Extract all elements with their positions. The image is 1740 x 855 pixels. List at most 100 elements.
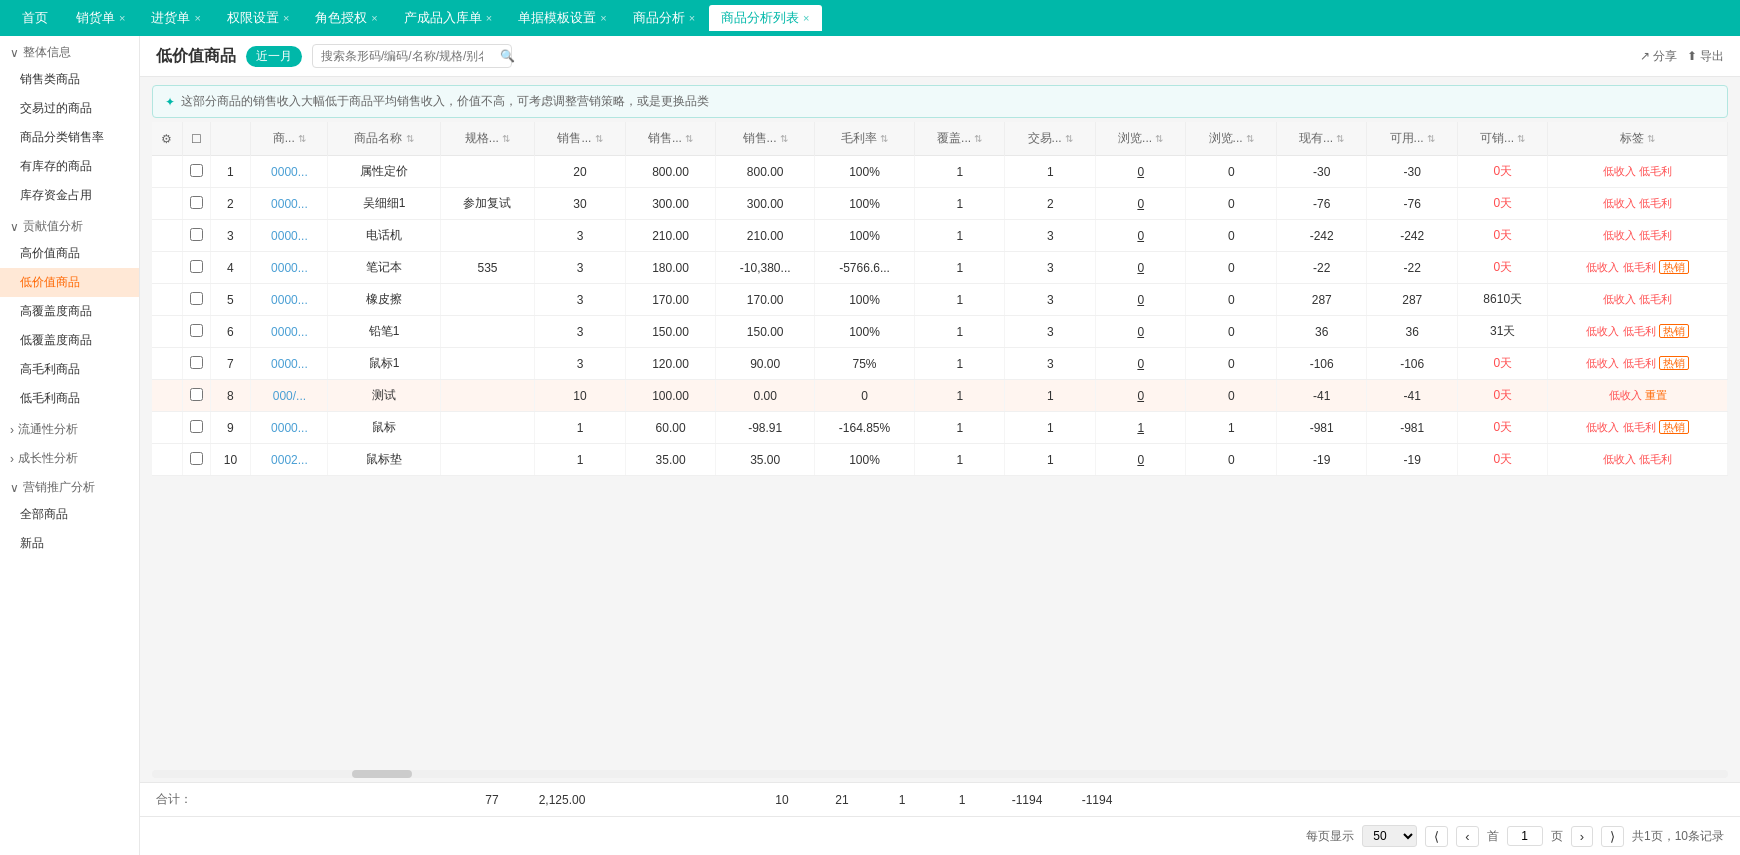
col-header-coverage[interactable]: 覆盖... ⇅ xyxy=(914,122,1005,156)
browse-link[interactable]: 0 xyxy=(1137,165,1144,179)
browse-count1[interactable]: 0 xyxy=(1095,252,1186,284)
sidebar-group-growth[interactable]: › 成长性分析 xyxy=(0,442,139,471)
sidebar-item-category-sales[interactable]: 商品分类销售率 xyxy=(0,123,139,152)
close-icon[interactable]: × xyxy=(803,12,809,24)
sidebar-item-stock-goods[interactable]: 有库存的商品 xyxy=(0,152,139,181)
checkbox-cell[interactable] xyxy=(182,348,210,380)
col-header-trade[interactable]: 交易... ⇅ xyxy=(1005,122,1096,156)
time-tag-btn[interactable]: 近一月 xyxy=(246,46,302,67)
browse-count1[interactable]: 0 xyxy=(1095,444,1186,476)
browse-link[interactable]: 0 xyxy=(1137,229,1144,243)
data-table-wrapper[interactable]: ⚙ ☐ 商... ⇅ 商品名称 ⇅ 规格... ⇅ 销售... ⇅ 销售... … xyxy=(152,122,1728,770)
close-icon[interactable]: × xyxy=(486,12,492,24)
checkbox-cell[interactable] xyxy=(182,220,210,252)
checkbox-column-header[interactable]: ☐ xyxy=(182,122,210,156)
checkbox-cell[interactable] xyxy=(182,380,210,412)
col-header-avail[interactable]: 可用... ⇅ xyxy=(1367,122,1458,156)
browse-count1[interactable]: 0 xyxy=(1095,156,1186,188)
row-checkbox[interactable] xyxy=(190,292,203,305)
col-header-browse1[interactable]: 浏览... ⇅ xyxy=(1095,122,1186,156)
sidebar-item-sales-goods[interactable]: 销售类商品 xyxy=(0,65,139,94)
row-checkbox[interactable] xyxy=(190,260,203,273)
nav-item-product-analysis[interactable]: 商品分析 × xyxy=(621,5,707,31)
sidebar-group-circulation[interactable]: › 流通性分析 xyxy=(0,413,139,442)
browse-link[interactable]: 0 xyxy=(1137,293,1144,307)
product-code[interactable]: 0000... xyxy=(251,156,328,188)
row-checkbox[interactable] xyxy=(190,356,203,369)
browse-count1[interactable]: 0 xyxy=(1095,348,1186,380)
nav-item-permissions[interactable]: 权限设置 × xyxy=(215,5,301,31)
col-header-tags[interactable]: 标签 ⇅ xyxy=(1548,122,1728,156)
sidebar-item-high-profit[interactable]: 高毛利商品 xyxy=(0,355,139,384)
browse-count1[interactable]: 0 xyxy=(1095,284,1186,316)
sidebar-item-high-coverage[interactable]: 高覆盖度商品 xyxy=(0,297,139,326)
close-icon[interactable]: × xyxy=(600,12,606,24)
export-button[interactable]: ⬆ 导出 xyxy=(1687,48,1724,65)
page-input[interactable] xyxy=(1507,826,1543,846)
browse-link[interactable]: 0 xyxy=(1137,357,1144,371)
last-page-btn[interactable]: ⟩ xyxy=(1601,826,1624,847)
row-checkbox[interactable] xyxy=(190,164,203,177)
row-checkbox[interactable] xyxy=(190,452,203,465)
checkbox-cell[interactable] xyxy=(182,316,210,348)
row-checkbox[interactable] xyxy=(190,420,203,433)
row-checkbox[interactable] xyxy=(190,324,203,337)
close-icon[interactable]: × xyxy=(283,12,289,24)
nav-item-product-list[interactable]: 商品分析列表 × xyxy=(709,5,821,31)
scroll-thumb[interactable] xyxy=(352,770,412,778)
browse-link[interactable]: 0 xyxy=(1137,389,1144,403)
col-header-sale-qty[interactable]: 销售... ⇅ xyxy=(535,122,626,156)
col-header-stock[interactable]: 现有... ⇅ xyxy=(1276,122,1367,156)
sidebar-item-low-coverage[interactable]: 低覆盖度商品 xyxy=(0,326,139,355)
sidebar-item-low-profit[interactable]: 低毛利商品 xyxy=(0,384,139,413)
search-icon[interactable]: 🔍 xyxy=(500,49,515,63)
sidebar-item-all-goods[interactable]: 全部商品 xyxy=(0,500,139,529)
close-icon[interactable]: × xyxy=(371,12,377,24)
nav-item-sales[interactable]: 销货单 × xyxy=(64,5,137,31)
row-checkbox[interactable] xyxy=(190,388,203,401)
browse-link[interactable]: 0 xyxy=(1137,197,1144,211)
product-code[interactable]: 0000... xyxy=(251,316,328,348)
product-code[interactable]: 0000... xyxy=(251,252,328,284)
horizontal-scrollbar[interactable] xyxy=(152,770,1728,778)
product-code[interactable]: 0000... xyxy=(251,284,328,316)
browse-count1[interactable]: 0 xyxy=(1095,380,1186,412)
row-checkbox[interactable] xyxy=(190,228,203,241)
browse-count1[interactable]: 0 xyxy=(1095,188,1186,220)
product-code[interactable]: 000/... xyxy=(251,380,328,412)
sidebar-item-stock-capital[interactable]: 库存资金占用 xyxy=(0,181,139,210)
row-checkbox[interactable] xyxy=(190,196,203,209)
browse-count1[interactable]: 0 xyxy=(1095,220,1186,252)
nav-item-warehouse[interactable]: 产成品入库单 × xyxy=(392,5,504,31)
product-code[interactable]: 0002... xyxy=(251,444,328,476)
sidebar-item-traded-goods[interactable]: 交易过的商品 xyxy=(0,94,139,123)
col-header-code[interactable]: 商... ⇅ xyxy=(251,122,328,156)
next-page-btn[interactable]: › xyxy=(1571,826,1593,847)
browse-count1[interactable]: 1 xyxy=(1095,412,1186,444)
prev-page-btn[interactable]: ‹ xyxy=(1456,826,1478,847)
col-header-sale-price[interactable]: 销售... ⇅ xyxy=(625,122,716,156)
browse-link[interactable]: 0 xyxy=(1137,453,1144,467)
checkbox-cell[interactable] xyxy=(182,188,210,220)
checkbox-cell[interactable] xyxy=(182,252,210,284)
browse-count1[interactable]: 0 xyxy=(1095,316,1186,348)
sidebar-group-contribution[interactable]: ∨ 贡献值分析 xyxy=(0,210,139,239)
browse-link[interactable]: 0 xyxy=(1137,261,1144,275)
first-page-btn[interactable]: ⟨ xyxy=(1425,826,1448,847)
nav-item-purchase[interactable]: 进货单 × xyxy=(139,5,212,31)
product-code[interactable]: 0000... xyxy=(251,188,328,220)
close-icon[interactable]: × xyxy=(689,12,695,24)
product-code[interactable]: 0000... xyxy=(251,220,328,252)
sidebar-group-marketing[interactable]: ∨ 营销推广分析 xyxy=(0,471,139,500)
browse-link[interactable]: 0 xyxy=(1137,325,1144,339)
col-header-browse2[interactable]: 浏览... ⇅ xyxy=(1186,122,1277,156)
col-header-sellable[interactable]: 可销... ⇅ xyxy=(1457,122,1548,156)
checkbox-cell[interactable] xyxy=(182,284,210,316)
browse-link[interactable]: 1 xyxy=(1137,421,1144,435)
checkbox-cell[interactable] xyxy=(182,156,210,188)
col-header-sale-amount[interactable]: 销售... ⇅ xyxy=(716,122,815,156)
nav-item-roles[interactable]: 角色授权 × xyxy=(303,5,389,31)
col-header-spec[interactable]: 规格... ⇅ xyxy=(440,122,535,156)
nav-item-template[interactable]: 单据模板设置 × xyxy=(506,5,618,31)
product-code[interactable]: 0000... xyxy=(251,348,328,380)
